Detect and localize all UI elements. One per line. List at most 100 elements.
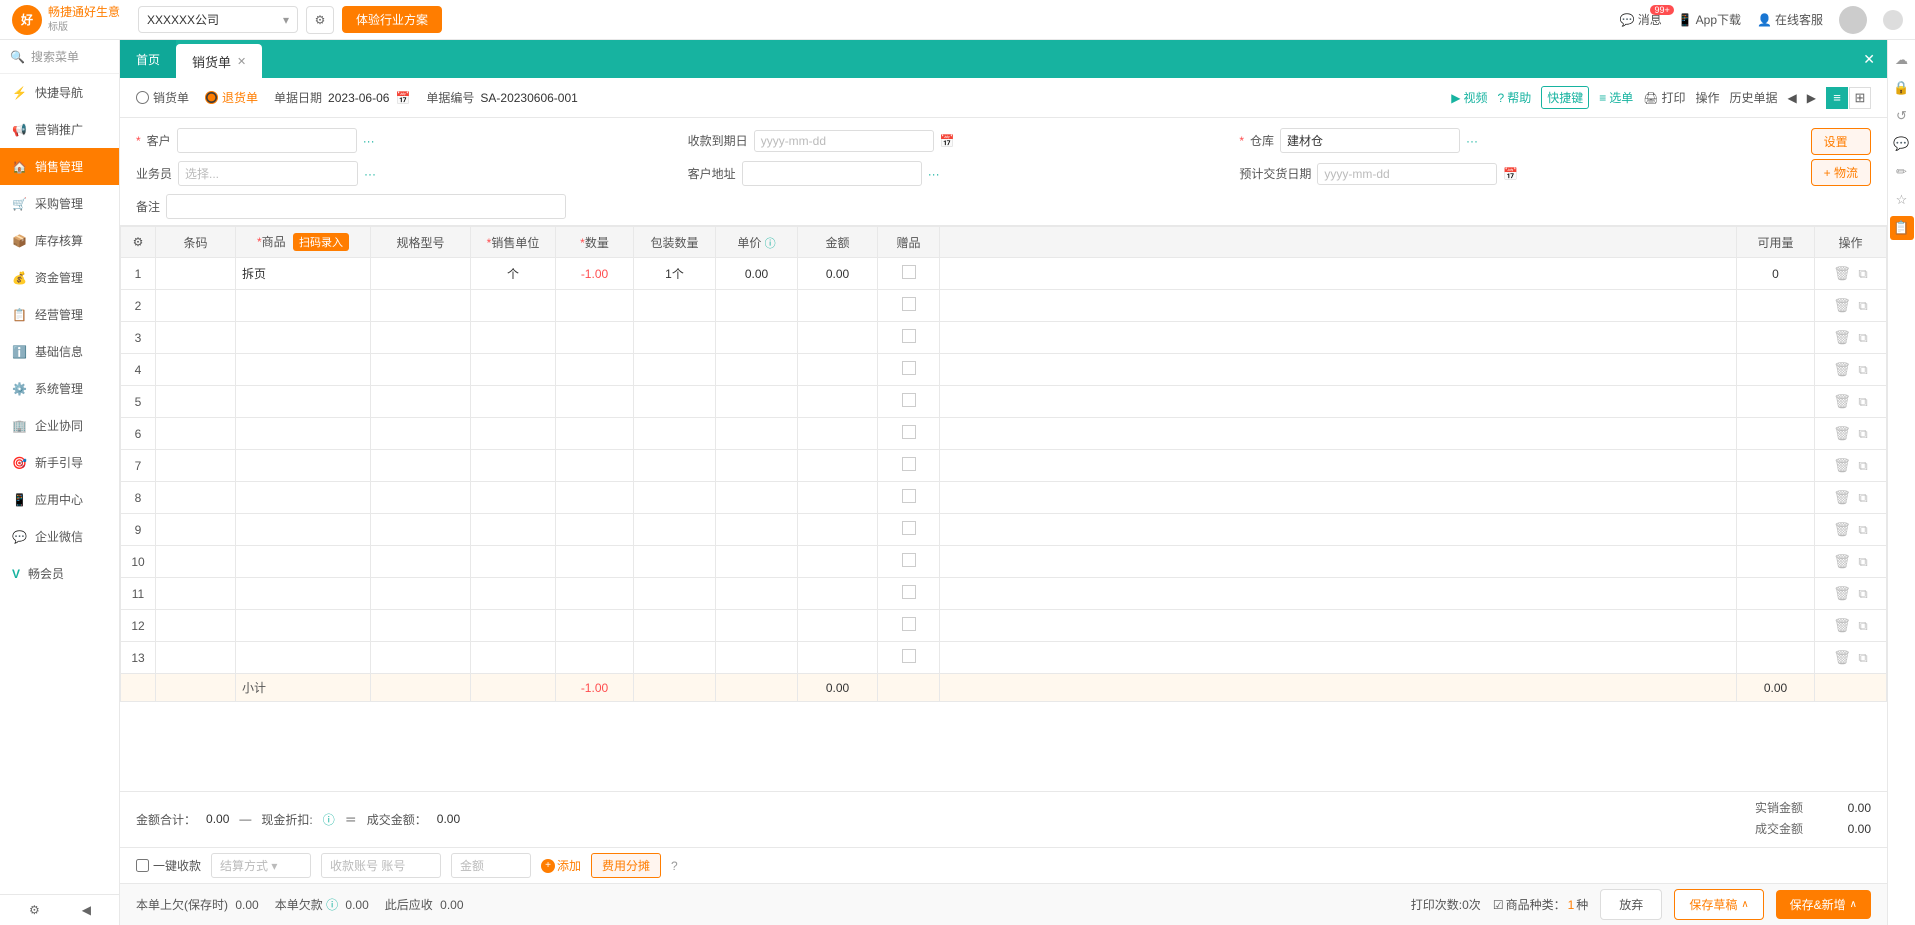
copy-row-btn[interactable]: ⧉ [1858, 490, 1867, 505]
radio-return-bill[interactable]: 退货单 [205, 89, 258, 106]
company-selector[interactable]: XXXXXX公司 ▾ [138, 6, 298, 33]
owe-info-icon[interactable]: ⓘ [326, 898, 338, 912]
sidebar-item-guide[interactable]: 🎯 新手引导 [0, 444, 119, 481]
sidebar-item-sales[interactable]: 🏠 销售管理 [0, 148, 119, 185]
app-download-btn[interactable]: 📱 App下载 [1678, 11, 1741, 28]
select-btn[interactable]: ≡ 选单 [1599, 89, 1633, 106]
sidebar-item-wechat[interactable]: 💬 企业微信 [0, 518, 119, 555]
delete-row-btn[interactable]: 🗑 [1833, 617, 1851, 633]
side-icon-star[interactable]: ☆ [1890, 188, 1914, 212]
th-settings[interactable]: ⚙ [121, 227, 156, 258]
copy-row-btn[interactable]: ⧉ [1858, 650, 1867, 665]
tab-sales-bill[interactable]: 销货单 ✕ [176, 44, 262, 78]
delete-row-btn[interactable]: 🗑 [1833, 265, 1851, 281]
copy-row-btn[interactable]: ⧉ [1858, 330, 1867, 345]
customer-input[interactable] [177, 128, 357, 153]
copy-row-btn[interactable]: ⧉ [1858, 362, 1867, 377]
one-click-payment-checkbox[interactable]: 一键收款 [136, 857, 201, 874]
print-btn[interactable]: 🖨 打印 [1643, 89, 1685, 106]
side-icon-chat[interactable]: 💬 [1890, 132, 1914, 156]
view-grid-btn[interactable]: ⊞ [1849, 87, 1871, 109]
payment-method-select[interactable]: 结算方式 ▾ [211, 853, 311, 878]
customer-addr-dots[interactable]: ··· [928, 167, 940, 181]
delete-row-btn[interactable]: 🗑 [1833, 297, 1851, 313]
warehouse-dots[interactable]: ··· [1466, 134, 1478, 148]
history-btn[interactable]: 历史单据 [1730, 89, 1778, 106]
discount-info-icon[interactable]: ⓘ [323, 811, 335, 828]
side-icon-refresh[interactable]: ↺ [1890, 104, 1914, 128]
logistics-btn[interactable]: + 物流 [1811, 159, 1871, 186]
radio-sales-input[interactable] [136, 91, 149, 104]
nav-prev-btn[interactable]: ◀ [1788, 91, 1797, 105]
copy-row-btn[interactable]: ⧉ [1858, 522, 1867, 537]
delete-row-btn[interactable]: 🗑 [1833, 329, 1851, 345]
remark-input[interactable] [166, 194, 566, 219]
nav-next-btn[interactable]: ▶ [1807, 91, 1816, 105]
customer-addr-input[interactable] [742, 161, 922, 186]
setting-btn[interactable]: 设置 [1811, 128, 1871, 155]
scan-btn[interactable]: 扫码录入 [293, 233, 349, 251]
copy-row-btn[interactable]: ⧉ [1858, 266, 1867, 281]
close-tab-icon[interactable]: ✕ [237, 55, 246, 68]
online-service-btn[interactable]: 👤 在线客服 [1757, 11, 1823, 28]
add-payment-btn[interactable]: + 添加 [541, 857, 581, 874]
bottom-gear-icon[interactable]: ⚙ [29, 903, 40, 917]
delete-row-btn[interactable]: 🗑 [1833, 521, 1851, 537]
delete-row-btn[interactable]: 🗑 [1833, 425, 1851, 441]
sidebar-item-basic[interactable]: ℹ️ 基础信息 [0, 333, 119, 370]
copy-row-btn[interactable]: ⧉ [1858, 298, 1867, 313]
radio-sales-bill[interactable]: 销货单 [136, 89, 189, 106]
bottom-collapse-icon[interactable]: ◀ [82, 903, 91, 917]
payment-checkbox-input[interactable] [136, 859, 149, 872]
sidebar-item-enterprise[interactable]: 🏢 企业协同 [0, 407, 119, 444]
copy-row-btn[interactable]: ⧉ [1858, 554, 1867, 569]
help-btn[interactable]: ? 帮助 [1498, 89, 1532, 106]
sidebar-item-marketing[interactable]: 📢 营销推广 [0, 111, 119, 148]
copy-row-btn[interactable]: ⧉ [1858, 426, 1867, 441]
delete-row-btn[interactable]: 🗑 [1833, 649, 1851, 665]
account-input[interactable]: 收款账号 账号 [321, 853, 441, 878]
save-draft-btn[interactable]: 保存草稿 ∧ [1674, 889, 1763, 920]
sidebar-search[interactable]: 🔍 搜索菜单 [0, 40, 119, 74]
delete-row-btn[interactable]: 🗑 [1833, 585, 1851, 601]
calendar-icon[interactable]: 📅 [395, 91, 410, 105]
customer-dots[interactable]: ··· [363, 134, 375, 148]
price-info-icon[interactable]: ⓘ [765, 238, 776, 250]
radio-return-input[interactable] [205, 91, 218, 104]
amount-input[interactable]: 金额 [451, 853, 531, 878]
sidebar-item-capital[interactable]: 💰 资金管理 [0, 259, 119, 296]
salesperson-dots[interactable]: ··· [364, 167, 376, 181]
fee-help-icon[interactable]: ? [671, 859, 678, 873]
sidebar-item-system[interactable]: ⚙️ 系统管理 [0, 370, 119, 407]
payment-date-cal[interactable]: 📅 [940, 134, 955, 148]
sidebar-item-appstore[interactable]: 📱 应用中心 [0, 481, 119, 518]
experience-btn[interactable]: 体验行业方案 [342, 6, 442, 33]
side-icon-edit[interactable]: ✏ [1890, 160, 1914, 184]
warehouse-input[interactable]: 建材仓 [1280, 128, 1460, 153]
expected-date-cal[interactable]: 📅 [1503, 167, 1518, 181]
delete-row-btn[interactable]: 🗑 [1833, 457, 1851, 473]
tab-home[interactable]: 首页 [120, 40, 176, 78]
video-btn[interactable]: ▶ 视频 [1451, 89, 1487, 106]
tab-close-main[interactable]: ✕ [1851, 40, 1887, 78]
sidebar-item-quick-nav[interactable]: ⚡ 快捷导航 [0, 74, 119, 111]
sidebar-item-purchase[interactable]: 🛒 采购管理 [0, 185, 119, 222]
payment-date-input[interactable]: yyyy-mm-dd [754, 130, 934, 152]
save-new-btn[interactable]: 保存&新增 ∧ [1776, 890, 1871, 919]
salesperson-input[interactable]: 选择... [178, 161, 358, 186]
side-icon-lock[interactable]: 🔒 [1890, 76, 1914, 100]
copy-row-btn[interactable]: ⧉ [1858, 394, 1867, 409]
message-btn[interactable]: 💬 消息 99+ [1620, 11, 1662, 28]
shortcut-btn[interactable]: 快捷键 [1541, 86, 1589, 109]
expected-date-input[interactable]: yyyy-mm-dd [1317, 163, 1497, 185]
delete-row-btn[interactable]: 🗑 [1833, 361, 1851, 377]
copy-row-btn[interactable]: ⧉ [1858, 458, 1867, 473]
copy-row-btn[interactable]: ⧉ [1858, 586, 1867, 601]
delete-row-btn[interactable]: 🗑 [1833, 553, 1851, 569]
discard-btn[interactable]: 放弃 [1600, 889, 1662, 920]
sidebar-item-operation[interactable]: 📋 经营管理 [0, 296, 119, 333]
operate-btn[interactable]: 操作 [1696, 89, 1720, 106]
delete-row-btn[interactable]: 🗑 [1833, 489, 1851, 505]
product-type-checkbox[interactable]: ☑ [1493, 898, 1504, 912]
sidebar-item-inventory[interactable]: 📦 库存核算 [0, 222, 119, 259]
